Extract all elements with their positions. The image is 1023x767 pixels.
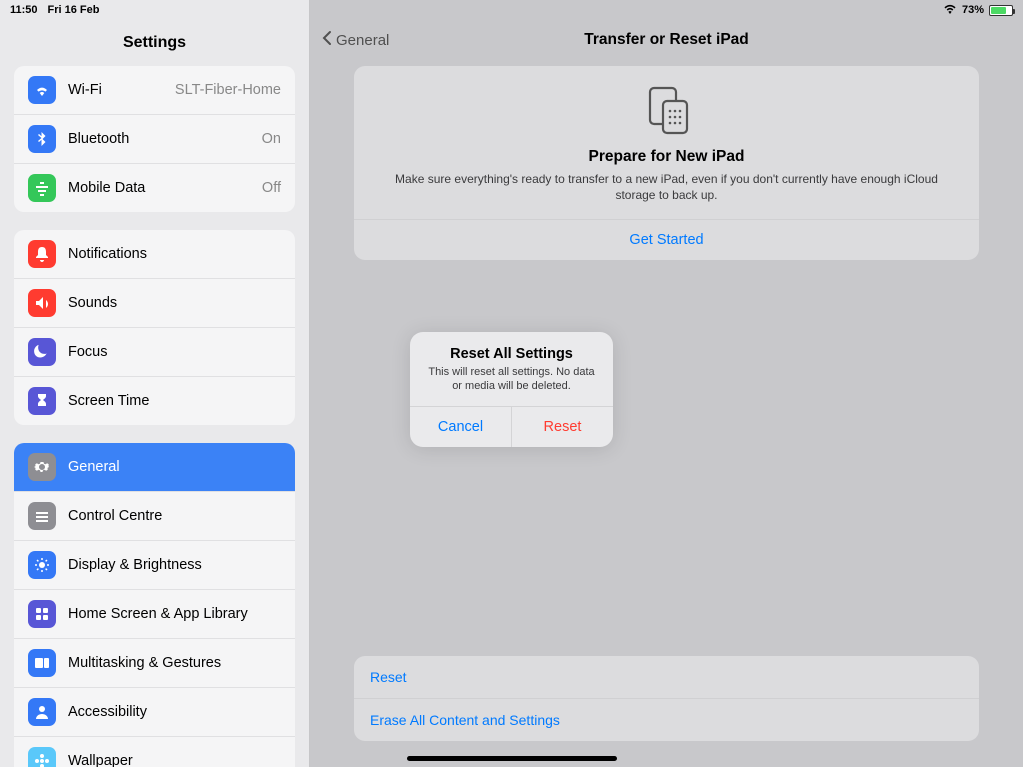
sidebar-item-label: Multitasking & Gestures — [68, 655, 221, 671]
sidebar-group-general: General Control Centre Display & Brightnes… — [14, 443, 295, 767]
person-icon — [28, 698, 56, 726]
sidebar-item-label: Screen Time — [68, 393, 149, 409]
sidebar-item-label: General — [68, 459, 120, 475]
sidebar-item-mobile-data[interactable]: Mobile Data Off — [14, 163, 295, 212]
prepare-title: Prepare for New iPad — [394, 148, 939, 166]
speaker-icon — [28, 289, 56, 317]
sidebar-item-label: Bluetooth — [68, 131, 129, 147]
reset-alert: Reset All Settings This will reset all s… — [410, 332, 613, 447]
sidebar-item-value: SLT-Fiber-Home — [175, 82, 281, 98]
battery-icon — [989, 5, 1013, 16]
page-title: Transfer or Reset iPad — [310, 31, 1023, 49]
sidebar-item-label: Display & Brightness — [68, 557, 202, 573]
wifi-icon — [28, 76, 56, 104]
bluetooth-icon — [28, 125, 56, 153]
sidebar-item-multitasking-gestures[interactable]: Multitasking & Gestures — [14, 638, 295, 687]
reset-button[interactable]: Reset — [354, 656, 979, 698]
prepare-description: Make sure everything's ready to transfer… — [394, 171, 939, 203]
sidebar-item-label: Accessibility — [68, 704, 147, 720]
sidebar-item-label: Focus — [68, 344, 108, 360]
status-time: 11:50 — [10, 4, 38, 16]
prepare-panel: Prepare for New iPad Make sure everythin… — [354, 66, 979, 260]
alert-confirm-button[interactable]: Reset — [512, 407, 613, 447]
get-started-button[interactable]: Get Started — [354, 219, 979, 260]
home-indicator[interactable] — [407, 756, 617, 761]
sidebar-item-label: Mobile Data — [68, 180, 145, 196]
sidebar-group-notifications: Notifications Sounds Focus Screen Time — [14, 230, 295, 425]
status-bar: 11:50 Fri 16 Feb 73% — [0, 0, 1023, 20]
antenna-icon — [28, 174, 56, 202]
sidebar-item-label: Sounds — [68, 295, 117, 311]
sidebar-item-label: Wallpaper — [68, 753, 133, 767]
settings-sidebar: Settings Wi-Fi SLT-Fiber-Home Bluetooth On M… — [0, 0, 310, 767]
sidebar-group-connectivity: Wi-Fi SLT-Fiber-Home Bluetooth On Mobile Dat… — [14, 66, 295, 212]
battery-percent: 73% — [962, 4, 984, 16]
sidebar-item-general[interactable]: General — [14, 443, 295, 491]
sidebar-item-screen-time[interactable]: Screen Time — [14, 376, 295, 425]
sun-icon — [28, 551, 56, 579]
hourglass-icon — [28, 387, 56, 415]
alert-cancel-button[interactable]: Cancel — [410, 407, 512, 447]
chevron-left-icon — [322, 30, 332, 50]
multitask-icon — [28, 649, 56, 677]
sidebar-item-value: On — [262, 131, 281, 147]
gear-icon — [28, 453, 56, 481]
flower-icon — [28, 747, 56, 767]
grid-icon — [28, 600, 56, 628]
bell-icon — [28, 240, 56, 268]
sidebar-item-accessibility[interactable]: Accessibility — [14, 687, 295, 736]
sidebar-item-label: Home Screen & App Library — [68, 606, 248, 622]
sliders-icon — [28, 502, 56, 530]
sidebar-item-wallpaper[interactable]: Wallpaper — [14, 736, 295, 767]
alert-title: Reset All Settings — [424, 346, 599, 362]
settings-title: Settings — [0, 20, 309, 58]
sidebar-item-display-brightness[interactable]: Display & Brightness — [14, 540, 295, 589]
sidebar-item-control-centre[interactable]: Control Centre — [14, 491, 295, 540]
sidebar-item-focus[interactable]: Focus — [14, 327, 295, 376]
sidebar-item-value: Off — [262, 180, 281, 196]
moon-icon — [28, 338, 56, 366]
sidebar-item-home-screen-app-library[interactable]: Home Screen & App Library — [14, 589, 295, 638]
sidebar-item-notifications[interactable]: Notifications — [14, 230, 295, 278]
sidebar-item-label: Control Centre — [68, 508, 162, 524]
reset-actions-group: Reset Erase All Content and Settings — [354, 656, 979, 741]
erase-all-button[interactable]: Erase All Content and Settings — [354, 698, 979, 741]
sidebar-item-label: Notifications — [68, 246, 147, 262]
wifi-icon — [943, 4, 957, 17]
back-button[interactable]: General — [310, 30, 389, 50]
sidebar-item-sounds[interactable]: Sounds — [14, 278, 295, 327]
alert-message: This will reset all settings. No data or… — [424, 365, 599, 394]
main-header: General Transfer or Reset iPad — [310, 20, 1023, 60]
sidebar-item-bluetooth[interactable]: Bluetooth On — [14, 114, 295, 163]
sidebar-item-wi-fi[interactable]: Wi-Fi SLT-Fiber-Home — [14, 66, 295, 114]
back-label: General — [336, 32, 389, 49]
sidebar-item-label: Wi-Fi — [68, 82, 102, 98]
status-date: Fri 16 Feb — [48, 4, 100, 16]
devices-icon — [394, 80, 939, 140]
